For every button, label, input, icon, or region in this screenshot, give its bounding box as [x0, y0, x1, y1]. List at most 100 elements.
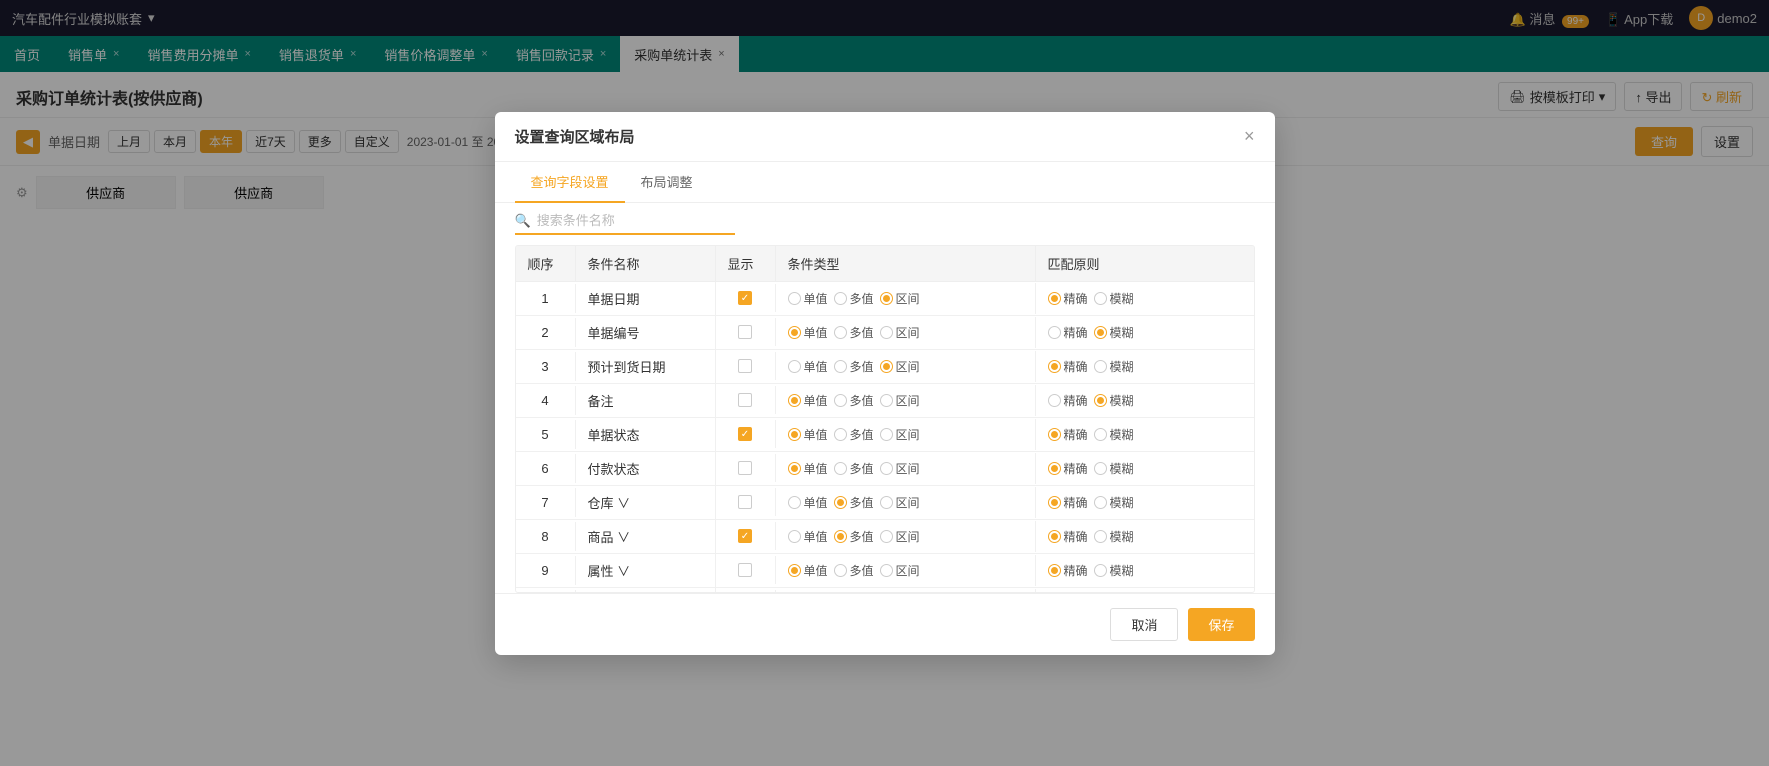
row-name: 单据日期: [576, 282, 716, 315]
tab-query-fields[interactable]: 查询字段设置: [515, 162, 625, 203]
radio-circle: [834, 564, 847, 577]
modal-close-button[interactable]: ×: [1244, 127, 1255, 145]
row-display[interactable]: [716, 284, 776, 312]
row-display[interactable]: [716, 352, 776, 380]
type-option[interactable]: 单值: [788, 528, 828, 545]
row-name: 预计到货日期: [576, 350, 716, 383]
type-option[interactable]: 多值: [834, 392, 874, 409]
type-option[interactable]: 单值: [788, 392, 828, 409]
type-option[interactable]: 多值: [834, 426, 874, 443]
row-match: 精确模糊: [1036, 283, 1236, 314]
display-checkbox[interactable]: [738, 495, 752, 509]
match-option[interactable]: 精确: [1048, 290, 1088, 307]
col-header-name: 条件名称: [576, 246, 716, 281]
match-option[interactable]: 模糊: [1094, 494, 1134, 511]
radio-circle: [1048, 564, 1061, 577]
match-option[interactable]: 精确: [1048, 562, 1088, 579]
row-type: 单值多值区间: [776, 419, 1036, 450]
radio-circle: [880, 428, 893, 441]
type-option[interactable]: 多值: [834, 324, 874, 341]
display-checkbox[interactable]: [738, 461, 752, 475]
match-option[interactable]: 精确: [1048, 460, 1088, 477]
match-option[interactable]: 精确: [1048, 494, 1088, 511]
tab-layout-adjust[interactable]: 布局调整: [625, 162, 709, 203]
search-input[interactable]: [537, 213, 735, 228]
radio-circle: [834, 360, 847, 373]
match-option[interactable]: 模糊: [1094, 426, 1134, 443]
match-option[interactable]: 模糊: [1094, 392, 1134, 409]
save-button[interactable]: 保存: [1188, 608, 1254, 641]
display-checkbox[interactable]: [738, 563, 752, 577]
conditions-scroll: 1单据日期单值多值区间精确模糊2单据编号单值多值区间精确模糊3预计到货日期单值多…: [516, 282, 1254, 592]
match-option[interactable]: 模糊: [1094, 562, 1134, 579]
radio-circle: [1048, 428, 1061, 441]
match-option[interactable]: 精确: [1048, 358, 1088, 375]
match-option[interactable]: 模糊: [1094, 358, 1134, 375]
type-option[interactable]: 区间: [880, 528, 920, 545]
row-display[interactable]: [716, 420, 776, 448]
type-option[interactable]: 单值: [788, 358, 828, 375]
display-checkbox[interactable]: [738, 427, 752, 441]
type-option[interactable]: 区间: [880, 392, 920, 409]
type-option[interactable]: 多值: [834, 358, 874, 375]
radio-circle: [788, 530, 801, 543]
type-option[interactable]: 单值: [788, 324, 828, 341]
radio-circle: [1094, 360, 1107, 373]
display-checkbox[interactable]: [738, 393, 752, 407]
match-option[interactable]: 精确: [1048, 324, 1088, 341]
match-option[interactable]: 精确: [1048, 528, 1088, 545]
type-option[interactable]: 单值: [788, 460, 828, 477]
row-display[interactable]: [716, 488, 776, 516]
cancel-button[interactable]: 取消: [1110, 608, 1178, 641]
radio-circle: [1094, 428, 1107, 441]
type-option[interactable]: 区间: [880, 460, 920, 477]
type-option[interactable]: 多值: [834, 290, 874, 307]
row-match: 精确模糊: [1036, 317, 1236, 348]
row-order: 4: [516, 386, 576, 415]
radio-circle: [880, 292, 893, 305]
display-checkbox[interactable]: [738, 359, 752, 373]
display-checkbox[interactable]: [738, 325, 752, 339]
type-option[interactable]: 区间: [880, 290, 920, 307]
radio-circle: [880, 394, 893, 407]
radio-circle: [1094, 394, 1107, 407]
row-display[interactable]: [716, 590, 776, 592]
type-option[interactable]: 单值: [788, 290, 828, 307]
row-display[interactable]: [716, 522, 776, 550]
col-header-match: 匹配原则: [1036, 246, 1236, 281]
row-order: 6: [516, 454, 576, 483]
type-option[interactable]: 多值: [834, 528, 874, 545]
type-option[interactable]: 单值: [788, 494, 828, 511]
settings-modal: 设置查询区域布局 × 查询字段设置 布局调整 🔍 顺序 条件名称: [495, 112, 1275, 655]
row-display[interactable]: [716, 386, 776, 414]
display-checkbox[interactable]: [738, 291, 752, 305]
type-option[interactable]: 区间: [880, 426, 920, 443]
match-option[interactable]: 精确: [1048, 392, 1088, 409]
display-checkbox[interactable]: [738, 529, 752, 543]
match-option[interactable]: 模糊: [1094, 324, 1134, 341]
radio-circle: [880, 564, 893, 577]
match-option[interactable]: 模糊: [1094, 528, 1134, 545]
radio-circle: [880, 496, 893, 509]
row-display[interactable]: [716, 318, 776, 346]
type-option[interactable]: 区间: [880, 324, 920, 341]
row-display[interactable]: [716, 454, 776, 482]
col-header-display: 显示: [716, 246, 776, 281]
radio-circle: [788, 564, 801, 577]
type-option[interactable]: 区间: [880, 562, 920, 579]
row-type: 单值多值区间: [776, 589, 1036, 592]
match-option[interactable]: 模糊: [1094, 290, 1134, 307]
match-option[interactable]: 模糊: [1094, 460, 1134, 477]
type-option[interactable]: 多值: [834, 494, 874, 511]
match-option[interactable]: 精确: [1048, 426, 1088, 443]
row-match: 精确模糊: [1036, 589, 1236, 592]
type-option[interactable]: 区间: [880, 494, 920, 511]
row-display[interactable]: [716, 556, 776, 584]
type-option[interactable]: 单值: [788, 562, 828, 579]
modal-tabs: 查询字段设置 布局调整: [495, 162, 1275, 203]
type-option[interactable]: 多值: [834, 562, 874, 579]
row-name: 备注: [576, 384, 716, 417]
type-option[interactable]: 区间: [880, 358, 920, 375]
type-option[interactable]: 多值: [834, 460, 874, 477]
type-option[interactable]: 单值: [788, 426, 828, 443]
